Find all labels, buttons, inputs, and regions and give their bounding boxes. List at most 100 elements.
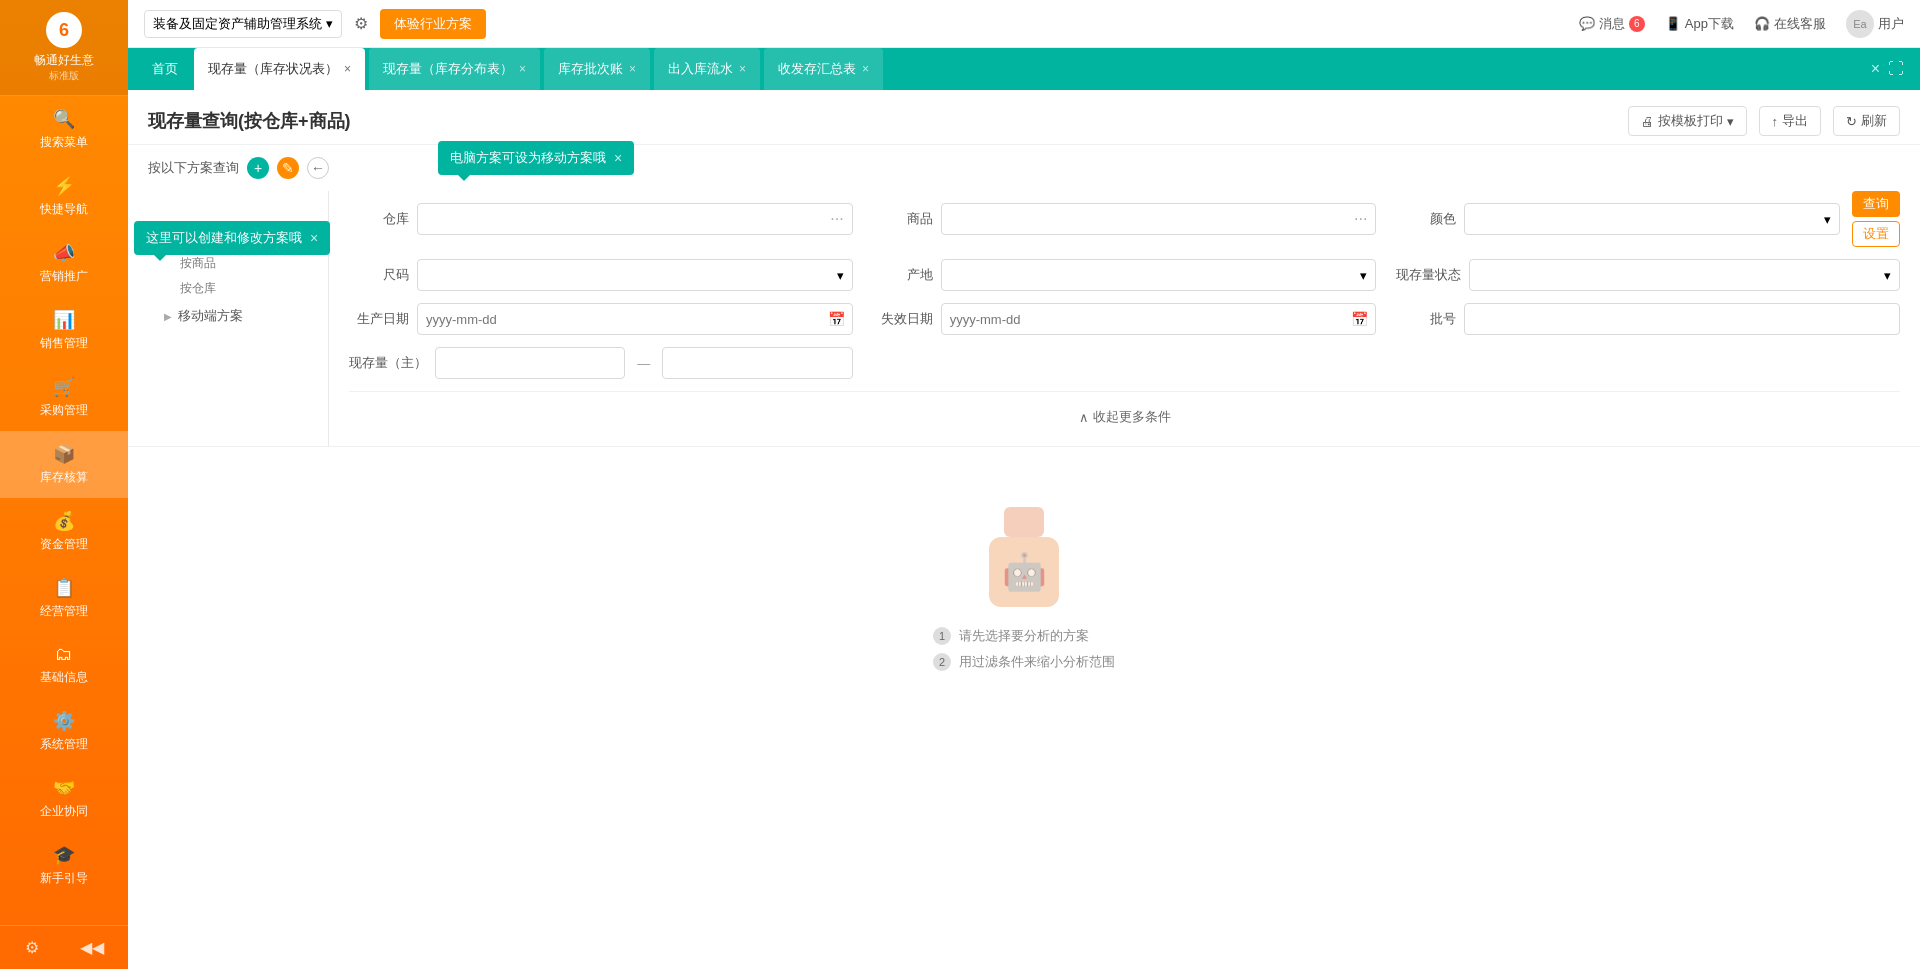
sidebar-item-search[interactable]: 🔍 搜索菜单 bbox=[0, 96, 128, 163]
sidebar-item-finance[interactable]: 💰 资金管理 bbox=[0, 498, 128, 565]
app-selector-arrow: ▾ bbox=[326, 16, 333, 31]
warehouse-label: 仓库 bbox=[349, 210, 409, 228]
template-print-btn[interactable]: 🖨 按模板打印 ▾ bbox=[1628, 106, 1747, 136]
sidebar-item-guide[interactable]: 🎓 新手引导 bbox=[0, 832, 128, 899]
sidebar-item-quick-nav[interactable]: ⚡ 快捷导航 bbox=[0, 163, 128, 230]
export-btn[interactable]: ↑ 导出 bbox=[1759, 106, 1822, 136]
tab-close-btn[interactable]: × bbox=[344, 62, 351, 76]
empty-step-2: 2 用过滤条件来缩小分析范围 bbox=[933, 653, 1115, 671]
tab-label: 库存批次账 bbox=[558, 60, 623, 78]
tooltip-close-btn[interactable]: × bbox=[614, 150, 622, 166]
tab-home[interactable]: 首页 bbox=[136, 48, 194, 90]
batch-no-input[interactable] bbox=[1464, 303, 1900, 335]
print-icon: 🖨 bbox=[1641, 114, 1654, 129]
app-download-btn[interactable]: 📱 App下载 bbox=[1665, 15, 1734, 33]
sales-icon: 📊 bbox=[53, 309, 75, 331]
back-icon: ← bbox=[311, 160, 325, 176]
tab-inventory-distribution[interactable]: 现存量（库存分布表） × bbox=[369, 48, 540, 90]
tab-label: 出入库流水 bbox=[668, 60, 733, 78]
tree-label: 移动端方案 bbox=[178, 307, 243, 325]
collapse-more-btn[interactable]: ∧ 收起更多条件 bbox=[1071, 400, 1179, 434]
page-actions: 🖨 按模板打印 ▾ ↑ 导出 ↻ 刷新 bbox=[1628, 106, 1901, 136]
sidebar-item-label: 基础信息 bbox=[40, 669, 88, 686]
app-badge: 标准版 bbox=[49, 69, 79, 83]
page-title: 现存量查询(按仓库+商品) bbox=[148, 109, 351, 133]
filter-back-btn[interactable]: ← bbox=[307, 157, 329, 179]
tab-inventory-status[interactable]: 现存量（库存状况表） × bbox=[194, 48, 365, 90]
expire-date-input[interactable] bbox=[941, 303, 1377, 335]
app-download-label: App下载 bbox=[1685, 15, 1734, 33]
sidebar-item-operations[interactable]: 📋 经营管理 bbox=[0, 565, 128, 632]
sidebar-item-enterprise[interactable]: 🤝 企业协同 bbox=[0, 765, 128, 832]
settings-search-btn[interactable]: 设置 bbox=[1852, 221, 1900, 247]
query-btn[interactable]: 查询 bbox=[1852, 191, 1900, 217]
dropdown-arrow-icon: ▾ bbox=[1727, 114, 1734, 129]
filter-row-produce-date: 生产日期 📅 bbox=[349, 303, 853, 335]
page-header: 现存量查询(按仓库+商品) 🖨 按模板打印 ▾ ↑ 导出 ↻ 刷新 bbox=[128, 90, 1920, 145]
goods-dots[interactable]: ··· bbox=[1354, 210, 1367, 228]
tab-close-btn[interactable]: × bbox=[862, 62, 869, 76]
filter-grid: 仓库 ··· 商品 ··· bbox=[349, 191, 1900, 379]
stock-status-select[interactable]: ▾ bbox=[1469, 259, 1900, 291]
stock-main-input-to[interactable] bbox=[662, 347, 852, 379]
tab-inout-flow[interactable]: 出入库流水 × bbox=[654, 48, 760, 90]
experience-btn[interactable]: 体验行业方案 bbox=[380, 9, 486, 39]
sidebar-item-marketing[interactable]: 📣 营销推广 bbox=[0, 230, 128, 297]
tab-close-btn[interactable]: × bbox=[519, 62, 526, 76]
produce-date-input[interactable] bbox=[417, 303, 853, 335]
goods-label: 商品 bbox=[873, 210, 933, 228]
sidebar-item-label: 销售管理 bbox=[40, 335, 88, 352]
sidebar-item-inventory[interactable]: 📦 库存核算 bbox=[0, 431, 128, 498]
tab-inventory-batch[interactable]: 库存批次账 × bbox=[544, 48, 650, 90]
app-system-name: 装备及固定资产辅助管理系统 bbox=[153, 15, 322, 33]
origin-dropdown-icon: ▾ bbox=[1360, 268, 1367, 283]
color-select[interactable]: ▾ bbox=[1464, 203, 1840, 235]
step-num-1: 1 bbox=[933, 627, 951, 645]
sidebar-item-label: 企业协同 bbox=[40, 803, 88, 820]
message-btn[interactable]: 💬 消息 6 bbox=[1579, 15, 1645, 33]
sidebar-item-system[interactable]: ⚙️ 系统管理 bbox=[0, 698, 128, 765]
app-selector[interactable]: 装备及固定资产辅助管理系统 ▾ bbox=[144, 10, 342, 38]
sidebar-item-label: 系统管理 bbox=[40, 736, 88, 753]
filter-edit-btn[interactable]: ✎ bbox=[277, 157, 299, 179]
filter-area: 按以下方案查询 + ✎ ← 电脑方案可设为移动方案哦 × bbox=[128, 145, 1920, 447]
tab-close-btn[interactable]: × bbox=[629, 62, 636, 76]
refresh-btn[interactable]: ↻ 刷新 bbox=[1833, 106, 1900, 136]
purchase-icon: 🛒 bbox=[53, 376, 75, 398]
enterprise-icon: 🤝 bbox=[53, 777, 75, 799]
produce-date-label: 生产日期 bbox=[349, 310, 409, 328]
topbar-settings-icon[interactable]: ⚙ bbox=[354, 14, 368, 33]
sidebar-item-label: 快捷导航 bbox=[40, 201, 88, 218]
operations-icon: 📋 bbox=[53, 577, 75, 599]
tooltip-desktop-scheme: 电脑方案可设为移动方案哦 × bbox=[438, 141, 634, 175]
tab-close-all-btn[interactable]: × bbox=[1871, 60, 1880, 78]
tooltip2-close-btn[interactable]: × bbox=[310, 230, 318, 246]
size-select[interactable]: ▾ bbox=[417, 259, 853, 291]
tab-receive-summary[interactable]: 收发存汇总表 × bbox=[764, 48, 883, 90]
message-icon: 💬 bbox=[1579, 16, 1595, 31]
sidebar-collapse-btn[interactable]: ◀◀ bbox=[80, 938, 104, 957]
color-label: 颜色 bbox=[1396, 210, 1456, 228]
sidebar-item-basic-info[interactable]: 🗂 基础信息 bbox=[0, 632, 128, 698]
filter-add-btn[interactable]: + bbox=[247, 157, 269, 179]
user-avatar-image: Ea bbox=[1846, 10, 1874, 38]
empty-state: 🤖 1 请先选择要分析的方案 2 用过滤条件来缩小分析范围 bbox=[128, 447, 1920, 739]
stock-main-dash: — bbox=[637, 356, 650, 371]
sidebar-item-sales[interactable]: 📊 销售管理 bbox=[0, 297, 128, 364]
warehouse-dots[interactable]: ··· bbox=[830, 210, 843, 228]
sidebar-item-label: 资金管理 bbox=[40, 536, 88, 553]
tab-fullscreen-btn[interactable]: ⛶ bbox=[1888, 60, 1904, 78]
tree-sub-item-warehouse[interactable]: 按仓库 bbox=[180, 276, 328, 301]
topbar: 装备及固定资产辅助管理系统 ▾ ⚙ 体验行业方案 💬 消息 6 📱 App下载 … bbox=[128, 0, 1920, 48]
tree-arrow-icon: ▶ bbox=[164, 311, 172, 322]
sidebar-item-purchase[interactable]: 🛒 采购管理 bbox=[0, 364, 128, 431]
tooltip-text: 电脑方案可设为移动方案哦 bbox=[450, 149, 606, 167]
stock-main-input-from[interactable] bbox=[435, 347, 625, 379]
origin-select[interactable]: ▾ bbox=[941, 259, 1377, 291]
tree-mobile-scheme[interactable]: ▶ 移动端方案 bbox=[148, 301, 328, 331]
app-logo-icon: 6 bbox=[46, 12, 82, 48]
user-profile-btn[interactable]: Ea 用户 bbox=[1846, 10, 1904, 38]
tab-close-btn[interactable]: × bbox=[739, 62, 746, 76]
online-support-btn[interactable]: 🎧 在线客服 bbox=[1754, 15, 1826, 33]
sidebar-settings-btn[interactable]: ⚙ bbox=[25, 938, 39, 957]
